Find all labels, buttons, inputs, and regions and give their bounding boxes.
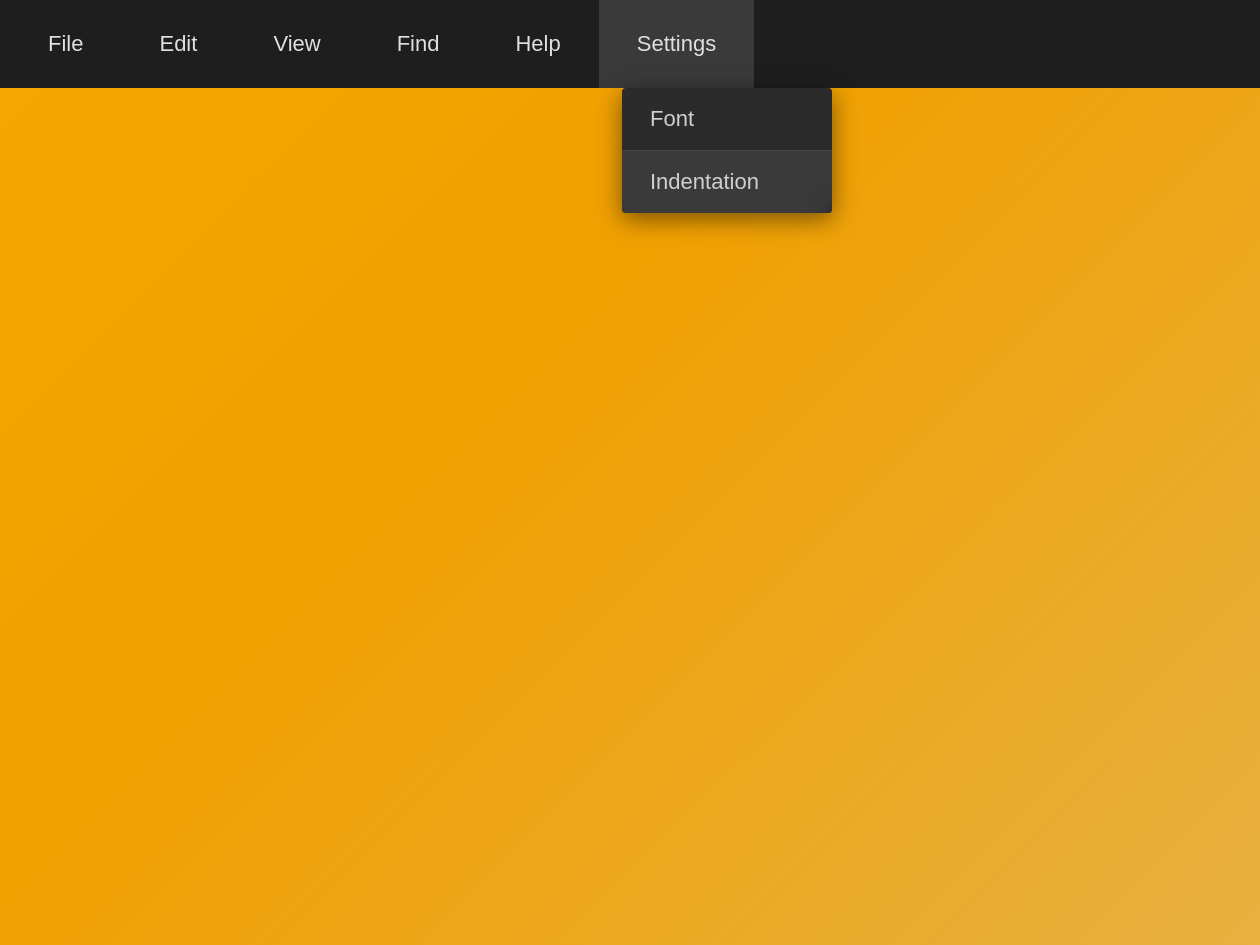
dropdown-item-font[interactable]: Font: [622, 88, 832, 150]
settings-dropdown: Font Indentation +1 Space -1 Space Defau…: [622, 88, 832, 213]
settings-dropdown-menu: Font Indentation +1 Space -1 Space Defau…: [622, 88, 832, 213]
menu-edit[interactable]: Edit: [121, 0, 235, 88]
menubar: File Edit View Find Help Settings: [0, 0, 1260, 88]
dropdown-item-indentation[interactable]: Indentation +1 Space -1 Space Default: [622, 151, 832, 213]
menu-find[interactable]: Find: [359, 0, 478, 88]
menu-settings[interactable]: Settings: [599, 0, 755, 88]
menu-help[interactable]: Help: [477, 0, 598, 88]
menu-file[interactable]: File: [10, 0, 121, 88]
menu-view[interactable]: View: [235, 0, 358, 88]
